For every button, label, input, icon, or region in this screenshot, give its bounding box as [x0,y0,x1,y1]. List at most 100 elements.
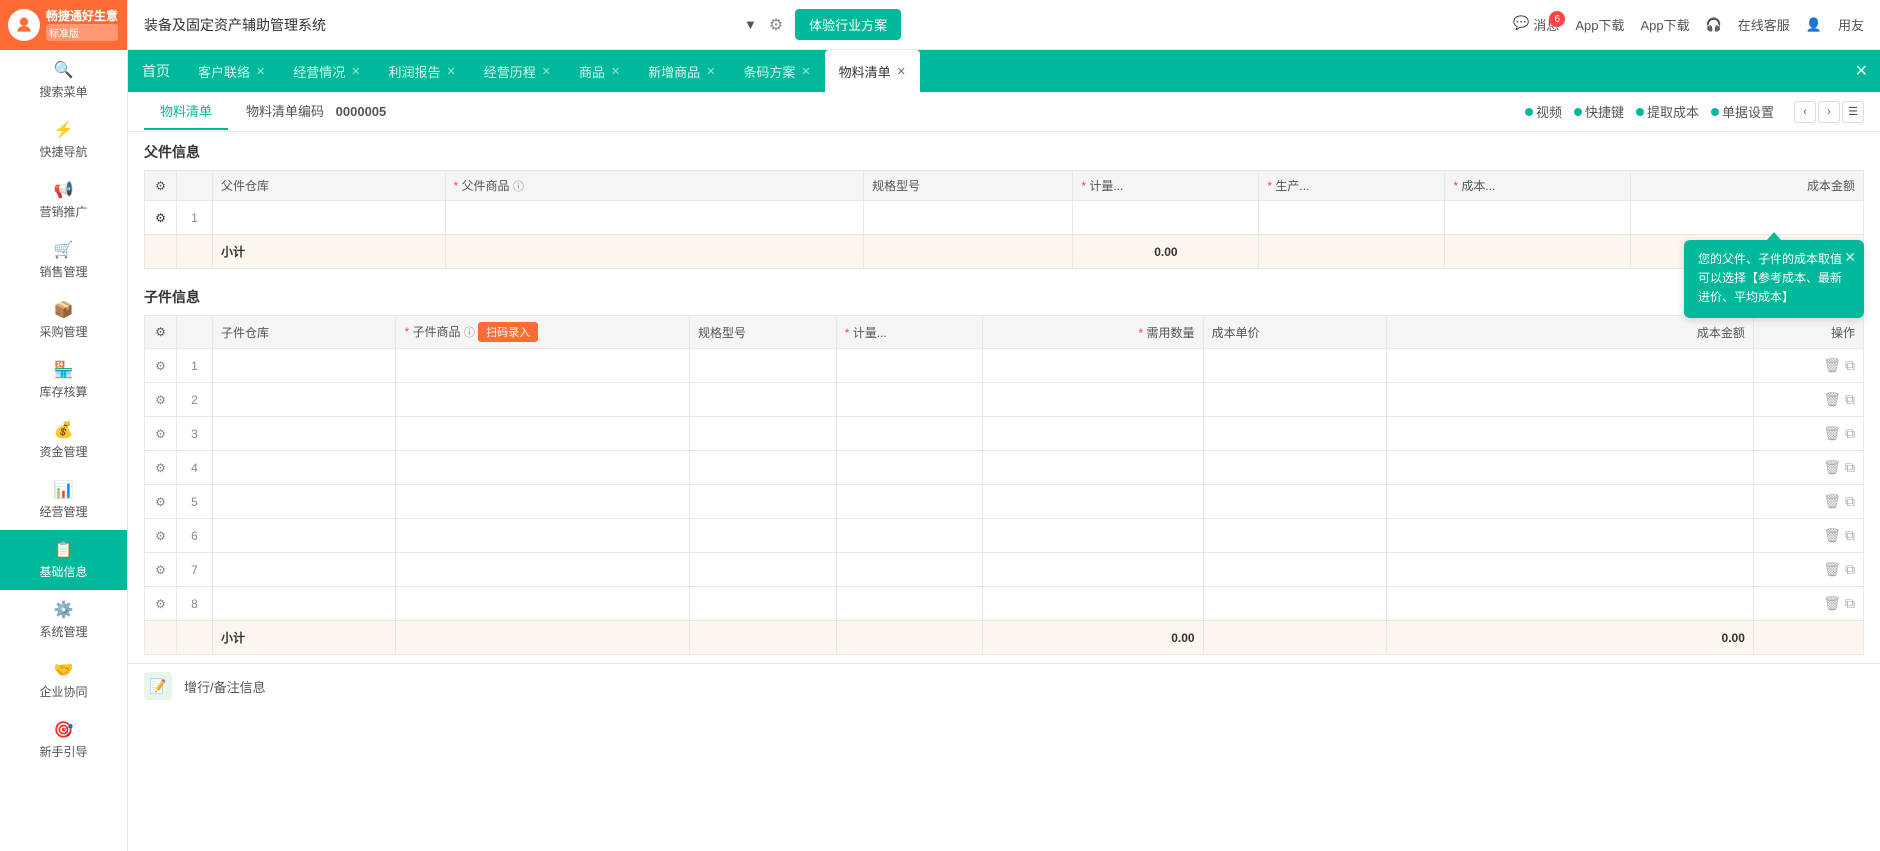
sub-tab-bom-code[interactable]: 物料清单编码 0000005 [230,93,402,130]
child-row5-quantity[interactable] [983,485,1203,519]
tab-profit-close[interactable]: ✕ [446,65,455,78]
tooltip-close-btn[interactable]: ✕ [1844,246,1856,268]
child-row2-quantity[interactable] [983,383,1203,417]
parent-row1-cost[interactable] [1445,201,1631,235]
child-row2-copy-icon[interactable]: ⧉ [1845,391,1855,408]
child-row1-copy-icon[interactable]: ⧉ [1845,357,1855,374]
child-row5-goods[interactable] [396,485,690,519]
child-row7-delete-icon[interactable]: 🗑 [1823,561,1841,578]
sidebar-item-quick-nav[interactable]: ⚡ 快捷导航 [0,110,127,170]
pager-next[interactable]: › [1818,101,1840,123]
system-dropdown[interactable]: ▼ [744,17,757,32]
child-row4-copy-icon[interactable]: ⧉ [1845,459,1855,476]
try-btn[interactable]: 体验行业方案 [795,9,901,40]
tab-barcode[interactable]: 条码方案 ✕ [729,50,824,92]
child-row5-copy-icon[interactable]: ⧉ [1845,493,1855,510]
child-row5-delete-icon[interactable]: 🗑 [1823,493,1841,510]
scan-input-btn[interactable]: 扫码录入 [478,322,538,342]
tab-operations-close[interactable]: ✕ [351,65,360,78]
child-row8-delete-icon[interactable]: 🗑 [1823,595,1841,612]
child-row4-cost-amount[interactable] [1387,451,1754,485]
parent-row1-cost-amount[interactable] [1631,201,1864,235]
child-row7-quantity[interactable] [983,553,1203,587]
tab-profit[interactable]: 利润报告 ✕ [374,50,469,92]
parent-row1-goods[interactable] [445,201,864,235]
child-row2-delete-icon[interactable]: 🗑 [1823,391,1841,408]
child-row1-warehouse[interactable] [213,349,396,383]
pager-menu[interactable]: ☰ [1842,101,1864,123]
child-row2-cost-amount[interactable] [1387,383,1754,417]
child-row5-spec[interactable] [689,485,836,519]
tab-barcode-close[interactable]: ✕ [801,65,810,78]
child-row6-cost-price[interactable] [1203,519,1386,553]
sidebar-item-sales[interactable]: 🛒 销售管理 [0,230,127,290]
child-row6-cost-amount[interactable] [1387,519,1754,553]
child-row5-cost-amount[interactable] [1387,485,1754,519]
child-row8-cost-amount[interactable] [1387,587,1754,621]
child-row6-warehouse[interactable] [213,519,396,553]
shortcut-btn[interactable]: 快捷键 [1574,102,1624,121]
nav-close-all[interactable]: ✕ [1843,61,1880,81]
app-download-link[interactable]: App下载 [1575,15,1624,34]
child-row7-warehouse[interactable] [213,553,396,587]
child-row2-warehouse[interactable] [213,383,396,417]
child-row3-unit[interactable] [836,417,983,451]
message-badge-wrap[interactable]: 💬 6 消息 [1513,15,1559,34]
child-row3-cost-amount[interactable] [1387,417,1754,451]
child-row8-goods[interactable] [396,587,690,621]
child-row4-delete-icon[interactable]: 🗑 [1823,459,1841,476]
sidebar-item-basic-info[interactable]: 📋 基础信息 [0,530,127,590]
tab-home[interactable]: 首页 [128,50,184,92]
child-row4-quantity[interactable] [983,451,1203,485]
sidebar-item-finance[interactable]: 💰 资金管理 [0,410,127,470]
child-row1-spec[interactable] [689,349,836,383]
pager-prev[interactable]: ‹ [1794,101,1816,123]
child-row6-goods[interactable] [396,519,690,553]
child-row2-goods[interactable] [396,383,690,417]
sidebar-item-guide[interactable]: 🎯 新手引导 [0,710,127,770]
child-row2-unit[interactable] [836,383,983,417]
child-row4-warehouse[interactable] [213,451,396,485]
child-row8-quantity[interactable] [983,587,1203,621]
tab-bom-close[interactable]: ✕ [897,65,906,78]
child-row1-cost-amount[interactable] [1387,349,1754,383]
parent-row1-warehouse[interactable] [213,201,446,235]
tab-customer[interactable]: 客户联络 ✕ [184,50,279,92]
sidebar-item-enterprise[interactable]: 🤝 企业协同 [0,650,127,710]
child-row6-quantity[interactable] [983,519,1203,553]
tab-new-goods[interactable]: 新增商品 ✕ [634,50,729,92]
child-row6-spec[interactable] [689,519,836,553]
child-row6-copy-icon[interactable]: ⧉ [1845,527,1855,544]
child-row1-goods[interactable] [396,349,690,383]
sidebar-item-marketing[interactable]: 📢 营销推广 [0,170,127,230]
parent-row1-unit[interactable] [1073,201,1259,235]
settings-icon[interactable]: ⚙ [769,15,783,35]
child-row8-unit[interactable] [836,587,983,621]
add-row-label[interactable]: 增行/备注信息 [184,677,266,696]
tab-new-goods-close[interactable]: ✕ [706,65,715,78]
child-row1-unit[interactable] [836,349,983,383]
child-row1-quantity[interactable] [983,349,1203,383]
child-row7-unit[interactable] [836,553,983,587]
child-row7-cost-price[interactable] [1203,553,1386,587]
tab-goods[interactable]: 商品 ✕ [565,50,634,92]
sidebar-item-purchase[interactable]: 📦 采购管理 [0,290,127,350]
child-row4-unit[interactable] [836,451,983,485]
user-label[interactable]: 用友 [1838,15,1864,34]
tab-history-close[interactable]: ✕ [542,65,551,78]
child-row3-copy-icon[interactable]: ⧉ [1845,425,1855,442]
child-row6-delete-icon[interactable]: 🗑 [1823,527,1841,544]
child-row6-unit[interactable] [836,519,983,553]
child-row5-unit[interactable] [836,485,983,519]
view-video-btn[interactable]: 视频 [1525,102,1562,121]
tab-bom[interactable]: 物料清单 ✕ [825,50,920,92]
child-row5-cost-price[interactable] [1203,485,1386,519]
child-row4-spec[interactable] [689,451,836,485]
child-row1-cost-price[interactable] [1203,349,1386,383]
add-row-btn[interactable]: 📝 [144,672,172,700]
extract-cost-btn[interactable]: 提取成本 [1636,102,1699,121]
child-row2-cost-price[interactable] [1203,383,1386,417]
child-row2-spec[interactable] [689,383,836,417]
sidebar-item-inventory[interactable]: 🏪 库存核算 [0,350,127,410]
tab-customer-close[interactable]: ✕ [256,65,265,78]
